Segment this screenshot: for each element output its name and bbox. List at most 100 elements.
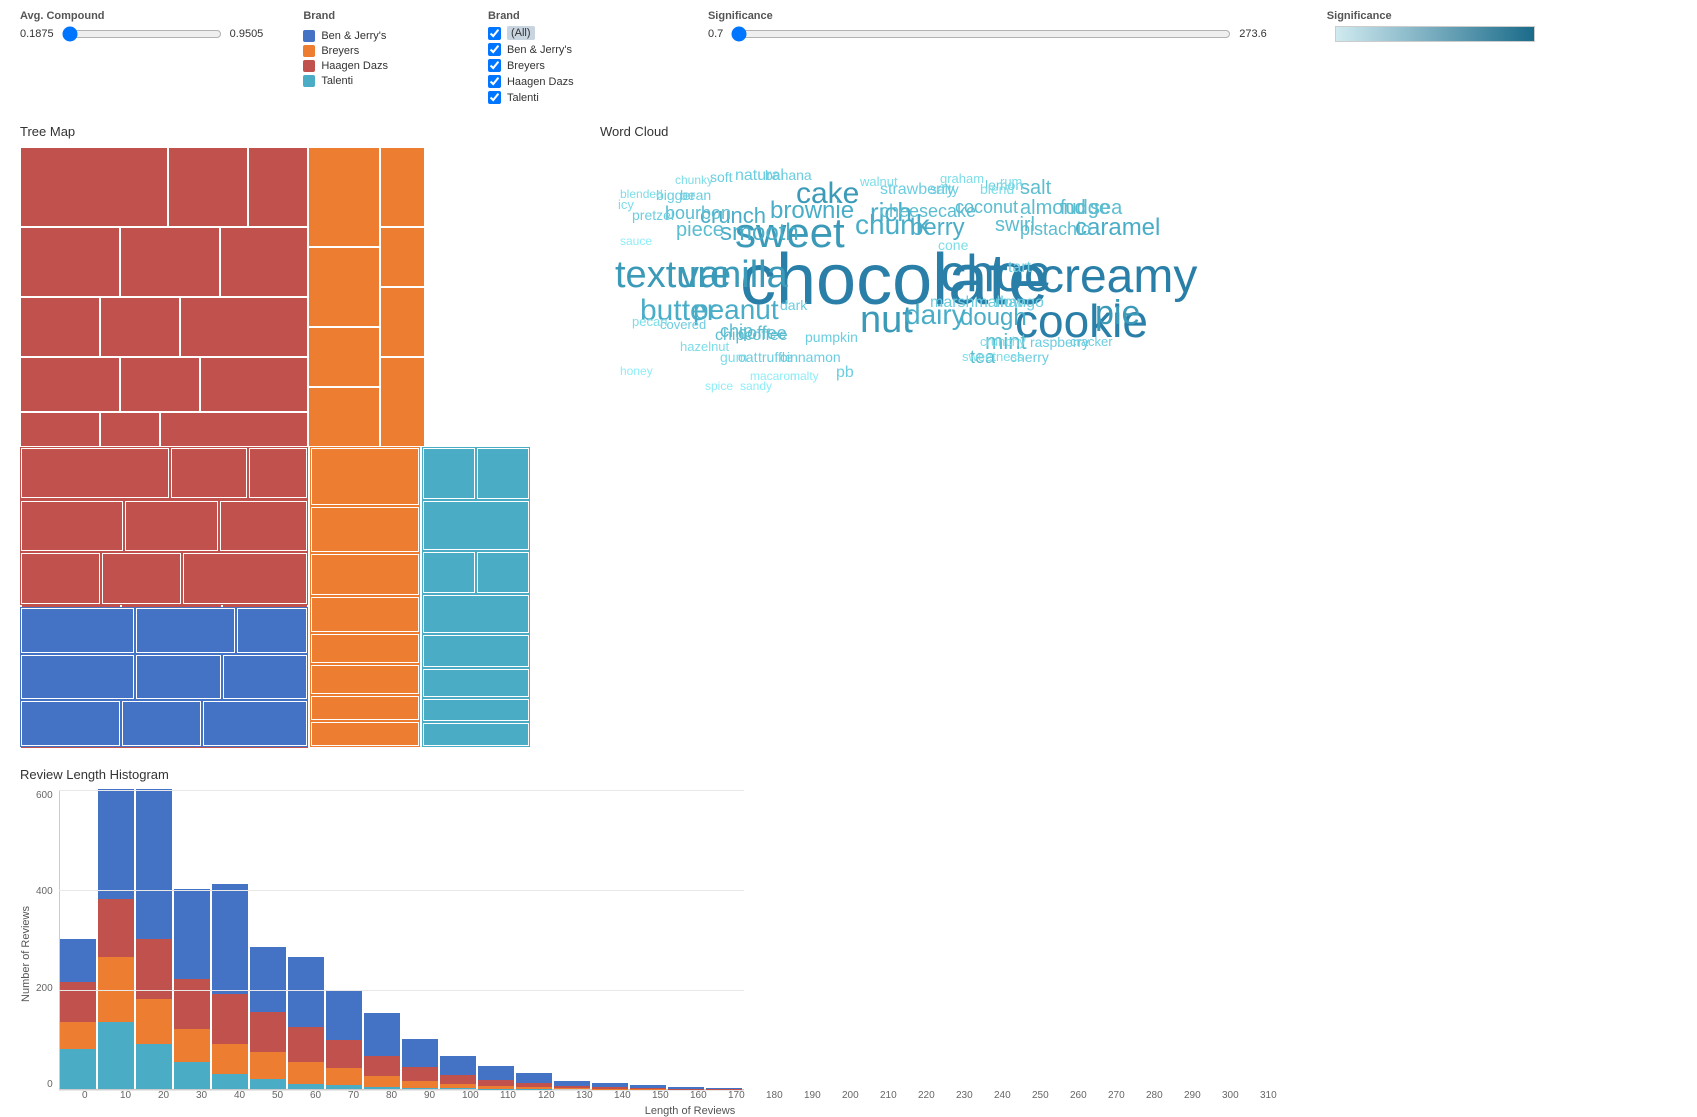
bar-segment [212, 884, 248, 994]
word-cloud-word: cone [938, 237, 968, 253]
significance-gradient-bar [1335, 26, 1535, 42]
x-label: 0 [82, 1090, 120, 1101]
word-cloud-word: cheesecake [880, 201, 976, 222]
brand-filter-item[interactable]: Breyers [488, 59, 648, 72]
bar-segment [136, 939, 172, 999]
x-label: 10 [120, 1090, 158, 1101]
word-cloud-word: pecan [632, 314, 667, 329]
legend-item: Haagen Dazs [303, 60, 388, 72]
bar-group [440, 1056, 476, 1089]
bar-segment [98, 1022, 134, 1090]
bar-group [668, 1087, 704, 1089]
x-label: 100 [462, 1090, 500, 1101]
word-cloud-word: soft [710, 169, 733, 185]
significance-slider[interactable] [731, 26, 1231, 42]
avg-compound-slider[interactable] [62, 26, 222, 42]
bar-segment [288, 1027, 324, 1062]
word-cloud-word: dark [780, 297, 807, 313]
significance-slider-max: 273.6 [1239, 28, 1267, 40]
bar-segment [250, 947, 286, 1012]
wordcloud-title: Word Cloud [600, 124, 1677, 139]
top-controls: Avg. Compound 0.1875 0.9505 Brand Ben & … [0, 0, 1697, 114]
bar-group [288, 957, 324, 1090]
bar-group [326, 990, 362, 1089]
word-cloud-word: salt [1020, 177, 1051, 200]
significance-label: Significance [708, 10, 1267, 22]
word-cloud-word: honey [620, 364, 653, 378]
bar-group [516, 1073, 552, 1090]
avg-compound-max: 0.9505 [230, 28, 264, 40]
word-cloud-word: sea [1090, 197, 1122, 220]
bar-segment [326, 1068, 362, 1086]
brand-filter-item[interactable]: (All) [488, 26, 648, 40]
bar-group [174, 889, 210, 1089]
word-cloud-word: marshmallow [930, 294, 1024, 312]
word-cloud-word: pistachio [1020, 219, 1091, 240]
bar-segment [98, 899, 134, 957]
bar-segment [478, 1089, 514, 1090]
bar-segment [402, 1088, 438, 1090]
bar-segment [326, 1085, 362, 1089]
word-cloud-word: pretzel [632, 207, 674, 223]
bar-segment [326, 990, 362, 1040]
x-label: 30 [196, 1090, 234, 1101]
word-cloud-word: sandy [740, 379, 772, 393]
legend-item: Ben & Jerry's [303, 30, 388, 42]
bar-segment [250, 1052, 286, 1080]
brand-legend: Brand Ben & Jerry'sBreyersHaagen DazsTal… [303, 10, 388, 87]
bar-segment [478, 1066, 514, 1080]
word-cloud-word: hazelnut [680, 339, 729, 354]
bar-segment [668, 1089, 704, 1090]
word-cloud-word: banana [765, 167, 812, 183]
bar-group [402, 1039, 438, 1089]
brand-filter-label: Brand [488, 10, 648, 22]
bar-segment [136, 999, 172, 1044]
bar-segment [592, 1089, 628, 1090]
word-cloud-word: chunky [675, 173, 713, 187]
treemap [20, 147, 530, 447]
bar-segment [60, 982, 96, 1022]
word-cloud-word: cracker [1070, 334, 1113, 349]
right-panel: Word Cloud chocolatechoccreamyvanillacoo… [580, 114, 1677, 1117]
x-label: 80 [386, 1090, 424, 1101]
word-cloud-word: malty [790, 369, 819, 383]
word-cloud-word: graham [940, 171, 984, 186]
word-cloud-word: bourbon [665, 203, 731, 224]
bar-segment [136, 1044, 172, 1089]
bar-segment [402, 1067, 438, 1081]
y-label-400: 400 [36, 886, 53, 897]
significance-slider-min: 0.7 [708, 28, 723, 40]
bar-group [592, 1083, 628, 1089]
y-axis-title: Number of Reviews [20, 906, 32, 1002]
bar-segment [174, 1062, 210, 1090]
histogram-chart [59, 790, 744, 1090]
bar-segment [98, 957, 134, 1022]
bar-segment [630, 1089, 666, 1090]
brand-filter-item[interactable]: Haagen Dazs [488, 75, 648, 88]
bar-segment [174, 979, 210, 1029]
x-label: 70 [348, 1090, 386, 1101]
bar-segment [402, 1081, 438, 1088]
word-cloud-word: icy [618, 197, 634, 212]
brand-filter: Brand (All) Ben & Jerry's Breyers Haagen Da… [488, 10, 648, 104]
bar-segment [288, 1084, 324, 1089]
bar-segment [364, 1087, 400, 1090]
word-cloud-word: pie [1095, 294, 1140, 333]
brand-filter-item[interactable]: Talenti [488, 91, 648, 104]
bar-group [136, 789, 172, 1089]
avg-compound-control: Avg. Compound 0.1875 0.9505 [20, 10, 263, 42]
bar-group [554, 1081, 590, 1090]
brand-filter-item[interactable]: Ben & Jerry's [488, 43, 648, 56]
brand-legend-label: Brand [303, 10, 388, 22]
bar-segment [174, 889, 210, 979]
x-label: 120 [538, 1090, 576, 1101]
word-cloud-word: walnut [860, 174, 898, 189]
bar-segment [250, 1012, 286, 1052]
bar-segment [288, 1062, 324, 1085]
word-cloud-word: pumpkin [805, 329, 858, 345]
word-cloud-word: spice [705, 379, 733, 393]
word-cloud: chocolatechoccreamyvanillacookiesweettex… [600, 159, 1320, 419]
word-cloud-word: sauce [620, 234, 652, 248]
avg-compound-label: Avg. Compound [20, 10, 263, 22]
y-label-600: 600 [36, 790, 53, 801]
